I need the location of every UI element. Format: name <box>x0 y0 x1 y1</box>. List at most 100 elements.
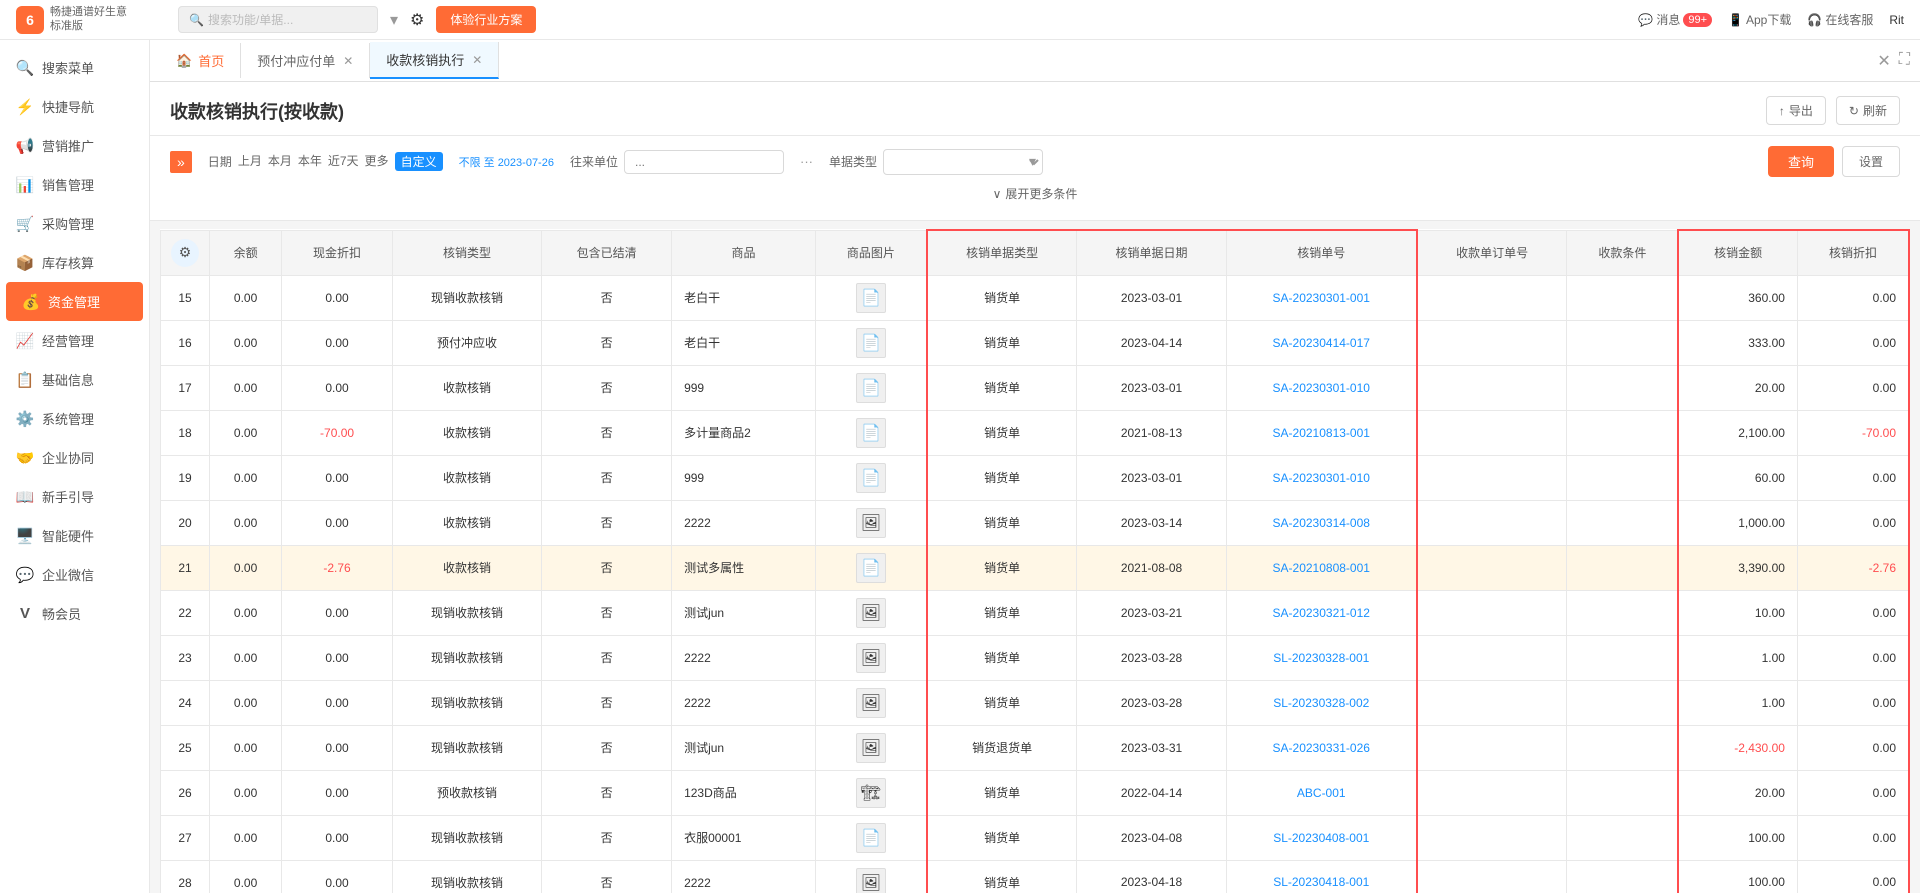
cell-verify-bill-date: 2023-03-01 <box>1077 455 1226 500</box>
th-receipt-order-no: 收款单订单号 <box>1417 230 1567 275</box>
query-button[interactable]: 查询 <box>1768 146 1834 177</box>
cell-verify-type: 现销收款核销 <box>392 635 541 680</box>
cell-id: 24 <box>161 680 210 725</box>
cell-product: 测试jun <box>672 590 816 635</box>
cell-receipt-condition <box>1567 680 1679 725</box>
receipt-type-select[interactable] <box>883 149 1043 175</box>
th-gear[interactable]: ⚙ <box>161 230 210 275</box>
app-download-area[interactable]: 📱 App下载 <box>1728 11 1791 28</box>
verify-bill-no-link[interactable]: SA-20210808-001 <box>1273 561 1370 575</box>
date-link-custom[interactable]: 自定义 <box>395 152 443 171</box>
notification-area[interactable]: 💬 消息 99+ <box>1638 11 1712 28</box>
sidebar-item-sales[interactable]: 📊 销售管理 <box>0 165 149 204</box>
sidebar: 🔍 搜索菜单 ⚡ 快捷导航 📢 营销推广 📊 销售管理 🛒 采购管理 📦 库存核… <box>0 40 150 893</box>
verify-bill-no-link[interactable]: SL-20230408-001 <box>1273 831 1369 845</box>
cell-include-settled: 否 <box>542 320 672 365</box>
tab-prepaid[interactable]: 预付冲应付单 ✕ <box>241 43 370 78</box>
date-link-this-year[interactable]: 本年 <box>298 152 322 171</box>
cell-include-settled: 否 <box>542 590 672 635</box>
top-search-box[interactable]: 🔍 搜索功能/单据... <box>178 6 378 33</box>
sidebar-item-inventory[interactable]: 📦 库存核算 <box>0 243 149 282</box>
filter-collapse-btn[interactable]: » <box>170 151 192 173</box>
cell-verify-discount: 0.00 <box>1797 725 1909 770</box>
sidebar-item-finance[interactable]: 💰 资金管理 <box>6 282 143 321</box>
verify-bill-no-link[interactable]: SL-20230328-001 <box>1273 651 1369 665</box>
export-icon: ↑ <box>1779 104 1785 118</box>
tab-home-label: 首页 <box>198 51 224 70</box>
verify-bill-no-link[interactable]: ABC-001 <box>1297 786 1346 800</box>
cell-include-settled: 否 <box>542 680 672 725</box>
th-verify-discount: 核销折扣 <box>1797 230 1909 275</box>
tab-prepaid-close[interactable]: ✕ <box>343 54 353 68</box>
search-placeholder: 搜索功能/单据... <box>208 11 293 28</box>
sidebar-item-operations[interactable]: 📈 经营管理 <box>0 321 149 360</box>
verify-bill-no-link[interactable]: SA-20230331-026 <box>1273 741 1370 755</box>
sidebar-item-guide[interactable]: 📖 新手引导 <box>0 477 149 516</box>
verify-bill-no-link[interactable]: SA-20210813-001 <box>1273 426 1370 440</box>
home-icon: 🏠 <box>176 53 192 69</box>
cell-verify-amount: 10.00 <box>1678 590 1797 635</box>
th-verify-bill-type: 核销单据类型 <box>927 230 1077 275</box>
sidebar-item-member[interactable]: V 畅会员 <box>0 594 149 633</box>
dropdown-icon[interactable]: ▾ <box>390 10 398 30</box>
cell-verify-type: 收款核销 <box>392 410 541 455</box>
cell-verify-type: 预收款核销 <box>392 770 541 815</box>
sidebar-item-collab[interactable]: 🤝 企业协同 <box>0 438 149 477</box>
verify-bill-no-link[interactable]: SA-20230414-017 <box>1273 336 1370 350</box>
table-container[interactable]: ⚙ 余额 现金折扣 核销类型 包含已结清 商品 商品图片 核销单据类型 核销单据… <box>150 221 1920 893</box>
sidebar-item-search[interactable]: 🔍 搜索菜单 <box>0 48 149 87</box>
export-button[interactable]: ↑ 导出 <box>1766 96 1826 125</box>
date-link-this-month[interactable]: 本月 <box>268 152 292 171</box>
sidebar-item-purchase[interactable]: 🛒 采购管理 <box>0 204 149 243</box>
settings-icon[interactable]: ⚙ <box>410 10 424 30</box>
close-tab-icon[interactable]: ✕ <box>1877 51 1890 71</box>
system-icon: ⚙️ <box>16 410 34 428</box>
cell-product-image: 🏗 <box>815 770 927 815</box>
verify-bill-no-link[interactable]: SA-20230301-010 <box>1273 471 1370 485</box>
expand-conditions-btn[interactable]: ∨ 展开更多条件 <box>993 185 1078 202</box>
date-link-last-month[interactable]: 上月 <box>238 152 262 171</box>
column-settings-icon[interactable]: ⚙ <box>171 239 199 267</box>
page-header: 收款核销执行(按收款) ↑ 导出 ↻ 刷新 <box>150 82 1920 136</box>
cell-receipt-condition <box>1567 815 1679 860</box>
date-link-7days[interactable]: 近7天 <box>328 152 359 171</box>
counterpart-filter: 往来单位 <box>570 150 784 174</box>
sidebar-item-system[interactable]: ⚙️ 系统管理 <box>0 399 149 438</box>
sidebar-item-basic-info[interactable]: 📋 基础信息 <box>0 360 149 399</box>
online-support-area[interactable]: 🎧 在线客服 <box>1807 11 1873 28</box>
user-name[interactable]: Rit <box>1889 13 1904 27</box>
cell-receipt-order-no <box>1417 770 1567 815</box>
tab-home[interactable]: 🏠 首页 <box>160 43 241 78</box>
cell-verify-bill-type: 销货单 <box>927 365 1077 410</box>
product-thumbnail: 📄 <box>856 373 886 403</box>
verify-bill-no-link[interactable]: SL-20230328-002 <box>1273 696 1369 710</box>
sidebar-item-hardware[interactable]: 🖥️ 智能硬件 <box>0 516 149 555</box>
cell-balance: 0.00 <box>210 545 282 590</box>
counterpart-input[interactable] <box>624 150 784 174</box>
verify-bill-no-link[interactable]: SA-20230321-012 <box>1273 606 1370 620</box>
verify-bill-no-link[interactable]: SA-20230301-010 <box>1273 381 1370 395</box>
tab-verify-close[interactable]: ✕ <box>472 53 482 67</box>
date-link-more[interactable]: 更多 <box>365 152 389 171</box>
th-product-image: 商品图片 <box>815 230 927 275</box>
cell-receipt-condition <box>1567 320 1679 365</box>
verify-bill-no-link[interactable]: SL-20230418-001 <box>1273 875 1369 889</box>
sidebar-item-shortcut[interactable]: ⚡ 快捷导航 <box>0 87 149 126</box>
cell-product: 2222 <box>672 860 816 893</box>
tab-verify[interactable]: 收款核销执行 ✕ <box>370 42 499 79</box>
cell-verify-discount: 0.00 <box>1797 680 1909 725</box>
refresh-button[interactable]: ↻ 刷新 <box>1836 96 1900 125</box>
cell-include-settled: 否 <box>542 635 672 680</box>
verify-bill-no-link[interactable]: SA-20230301-001 <box>1273 291 1370 305</box>
sidebar-item-marketing[interactable]: 📢 营销推广 <box>0 126 149 165</box>
cell-verify-discount: 0.00 <box>1797 455 1909 500</box>
sidebar-item-wechat[interactable]: 💬 企业微信 <box>0 555 149 594</box>
cell-verify-bill-type: 销货单 <box>927 635 1077 680</box>
settings-button[interactable]: 设置 <box>1842 146 1900 177</box>
cell-verify-bill-no: SA-20210808-001 <box>1226 545 1417 590</box>
cell-verify-bill-date: 2021-08-13 <box>1077 410 1226 455</box>
verify-bill-no-link[interactable]: SA-20230314-008 <box>1273 516 1370 530</box>
maximize-icon[interactable]: ⛶ <box>1899 51 1910 71</box>
cell-verify-amount: 20.00 <box>1678 365 1797 410</box>
industry-solution-button[interactable]: 体验行业方案 <box>436 6 536 33</box>
